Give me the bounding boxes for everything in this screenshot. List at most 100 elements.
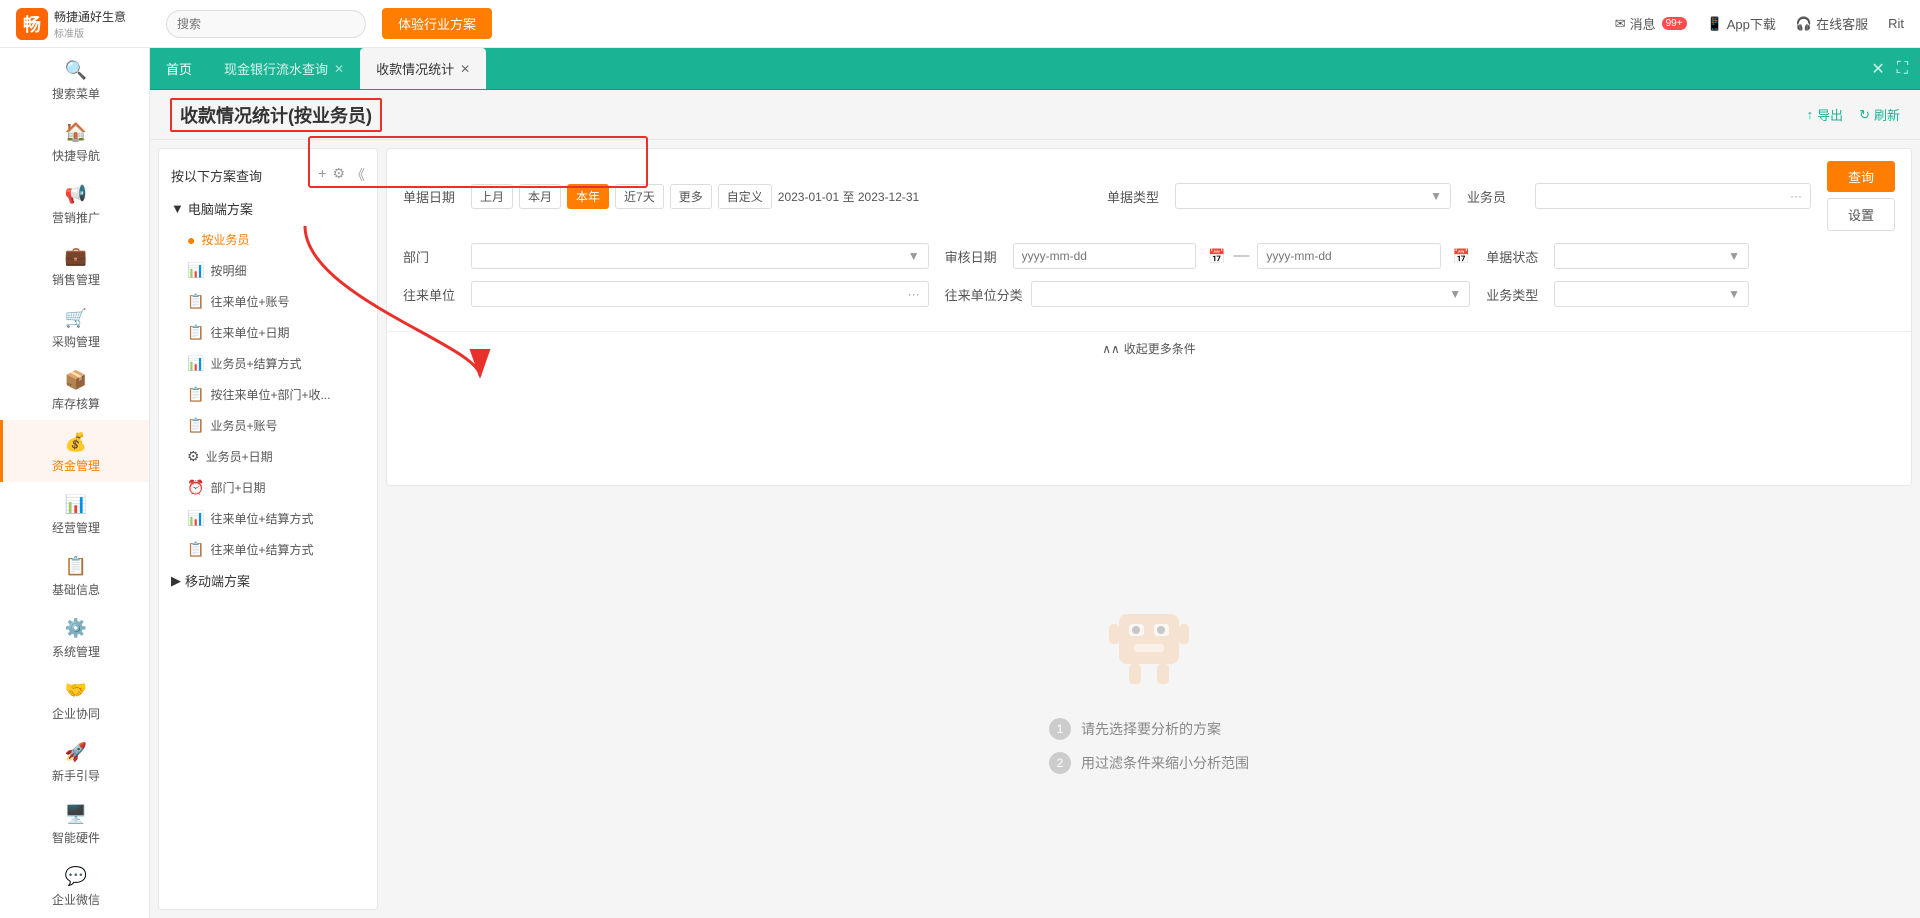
sidebar-label-operation: 经营管理 bbox=[52, 519, 100, 536]
sidebar-item-inventory[interactable]: 📦 库存核算 bbox=[0, 358, 149, 420]
online-service-label: 在线客服 bbox=[1816, 14, 1868, 33]
salesman-dropdown-icon: ··· bbox=[1790, 189, 1802, 203]
scheme-item-salesman-settle-icon: 📊 bbox=[187, 355, 204, 372]
sidebar-item-enterprise[interactable]: 🤝 企业协同 bbox=[0, 668, 149, 730]
scheme-group-desktop-header[interactable]: ▼ 电脑端方案 bbox=[159, 193, 377, 224]
scheme-header-icons: + ⚙ 《 bbox=[318, 165, 365, 185]
collapse-label: 收起更多条件 bbox=[1124, 340, 1196, 357]
sidebar-item-capital[interactable]: 💰 资金管理 bbox=[0, 420, 149, 482]
user-avatar[interactable]: Rit bbox=[1888, 16, 1904, 31]
search-input[interactable] bbox=[166, 10, 366, 38]
filter-doc-status-select[interactable]: ▼ bbox=[1554, 243, 1749, 269]
sidebar-item-hardware[interactable]: 🖥️ 智能硬件 bbox=[0, 792, 149, 854]
date-btn-this-month[interactable]: 本月 bbox=[519, 184, 561, 209]
scheme-item-unit-settle1[interactable]: 📊 往来单位+结算方式 bbox=[159, 503, 377, 534]
tip-num-2: 2 bbox=[1049, 752, 1071, 774]
hardware-icon: 🖥️ bbox=[65, 804, 87, 825]
scheme-item-unit-date-icon: 📋 bbox=[187, 324, 204, 341]
scheme-group-mobile-header[interactable]: ▶ 移动端方案 bbox=[159, 565, 377, 596]
filter-counterpart-select[interactable]: ··· bbox=[471, 281, 929, 307]
doc-type-dropdown-icon: ▼ bbox=[1430, 189, 1442, 203]
online-service-button[interactable]: 🎧 在线客服 bbox=[1796, 14, 1868, 33]
date-btn-custom[interactable]: 自定义 bbox=[718, 184, 772, 209]
scheme-item-salesman-settle[interactable]: 📊 业务员+结算方式 bbox=[159, 348, 377, 379]
scheme-item-unit-account[interactable]: 📋 往来单位+账号 bbox=[159, 286, 377, 317]
edition-badge: 标准版 bbox=[54, 25, 126, 40]
filter-audit-date-end[interactable] bbox=[1257, 243, 1440, 269]
scheme-item-salesman-date-label: 业务员+日期 bbox=[206, 448, 365, 465]
calendar-start-icon[interactable]: 📅 bbox=[1208, 248, 1225, 265]
scheme-item-dept-date[interactable]: ⏰ 部门+日期 bbox=[159, 472, 377, 503]
date-btn-last-month[interactable]: 上月 bbox=[471, 184, 513, 209]
settings-button[interactable]: 设置 bbox=[1827, 198, 1895, 231]
counterpart-more-icon: ··· bbox=[908, 287, 920, 301]
refresh-label: 刷新 bbox=[1874, 105, 1900, 124]
logo-text: 畅捷通好生意 bbox=[54, 8, 126, 25]
date-btn-more[interactable]: 更多 bbox=[670, 184, 712, 209]
scheme-add-button[interactable]: + bbox=[318, 165, 326, 185]
filter-doc-status-label: 单据状态 bbox=[1486, 247, 1546, 266]
scheme-item-unit-settle1-label: 往来单位+结算方式 bbox=[210, 510, 365, 527]
scheme-item-unit-dept-collect[interactable]: 📋 按往来单位+部门+收... bbox=[159, 379, 377, 410]
sidebar-item-operation[interactable]: 📊 经营管理 bbox=[0, 482, 149, 544]
filter-date-label: 单据日期 bbox=[403, 187, 463, 206]
scheme-settings-button[interactable]: ⚙ bbox=[332, 165, 345, 185]
sidebar-item-basic[interactable]: 📋 基础信息 bbox=[0, 544, 149, 606]
app-download-button[interactable]: 📱 App下载 bbox=[1707, 14, 1776, 33]
sidebar-item-wechat[interactable]: 💬 企业微信 bbox=[0, 854, 149, 916]
scheme-collapse-button[interactable]: 《 bbox=[351, 165, 365, 185]
filter-biz-type-select[interactable]: ▼ bbox=[1554, 281, 1749, 307]
scheme-item-unit-date[interactable]: 📋 往来单位+日期 bbox=[159, 317, 377, 348]
sidebar-label-wechat: 企业微信 bbox=[52, 891, 100, 908]
scheme-panel-title: 按以下方案查询 bbox=[171, 166, 314, 185]
scheme-item-by-salesman[interactable]: ● 按业务员 bbox=[159, 224, 377, 255]
tab-bank-flow[interactable]: 现金银行流水查询 ✕ bbox=[208, 48, 360, 89]
sidebar-item-search-menu[interactable]: 🔍 搜索菜单 bbox=[0, 48, 149, 110]
filter-dept-select[interactable]: ▼ bbox=[471, 243, 929, 269]
export-button[interactable]: ↑ 导出 bbox=[1807, 105, 1844, 124]
tab-collection-stats[interactable]: 收款情况统计 ✕ bbox=[360, 48, 486, 89]
filter-doc-type-select[interactable]: ▼ bbox=[1175, 183, 1451, 209]
enterprise-icon: 🤝 bbox=[65, 680, 87, 701]
date-btn-this-year[interactable]: 本年 bbox=[567, 184, 609, 209]
sidebar-item-marketing[interactable]: 📢 营销推广 bbox=[0, 172, 149, 234]
scheme-item-detail-label: 按明细 bbox=[210, 262, 365, 279]
tip-num-1: 1 bbox=[1049, 718, 1071, 740]
scheme-panel: 按以下方案查询 + ⚙ 《 ▼ 电脑端方案 ● 按业务员 bbox=[158, 148, 378, 910]
scheme-item-salesman-account-label: 业务员+账号 bbox=[210, 417, 365, 434]
sidebar-item-sales[interactable]: 💼 销售管理 bbox=[0, 234, 149, 296]
scheme-item-salesman-account[interactable]: 📋 业务员+账号 bbox=[159, 410, 377, 441]
date-range-text: 2023-01-01 至 2023-12-31 bbox=[778, 188, 919, 205]
sales-icon: 💼 bbox=[65, 246, 87, 267]
scheme-item-salesman-date[interactable]: ⚙ 业务员+日期 bbox=[159, 441, 377, 472]
filter-audit-date-start[interactable] bbox=[1013, 243, 1196, 269]
messages-button[interactable]: ✉ 消息 99+ bbox=[1615, 14, 1687, 33]
sidebar-label-basic: 基础信息 bbox=[52, 581, 100, 598]
scheme-item-unit-settle2[interactable]: 📋 往来单位+结算方式 bbox=[159, 534, 377, 565]
tab-home[interactable]: 首页 bbox=[150, 48, 208, 89]
date-btn-last7[interactable]: 近7天 bbox=[615, 184, 664, 209]
sidebar-item-quick-nav[interactable]: 🏠 快捷导航 bbox=[0, 110, 149, 172]
sidebar-item-guide[interactable]: 🚀 新手引导 bbox=[0, 730, 149, 792]
search-menu-icon: 🔍 bbox=[65, 60, 87, 81]
biz-type-dropdown-icon: ▼ bbox=[1728, 287, 1740, 301]
sidebar-label-capital: 资金管理 bbox=[52, 457, 100, 474]
empty-tips: 1 请先选择要分析的方案 2 用过滤条件来缩小分析范围 bbox=[1049, 718, 1249, 774]
filter-dept-label: 部门 bbox=[403, 247, 463, 266]
sidebar-item-system[interactable]: ⚙️ 系统管理 bbox=[0, 606, 149, 668]
sidebar-item-purchase[interactable]: 🛒 采购管理 bbox=[0, 296, 149, 358]
tab-close-all-icon[interactable]: ✕ bbox=[1871, 59, 1884, 79]
filter-counterpart-category-select[interactable]: ▼ bbox=[1031, 281, 1471, 307]
filter-salesman-select[interactable]: ··· bbox=[1535, 183, 1811, 209]
scheme-item-by-detail[interactable]: 📊 按明细 bbox=[159, 255, 377, 286]
industry-solution-button[interactable]: 体验行业方案 bbox=[382, 8, 492, 39]
main-panel: 按以下方案查询 + ⚙ 《 ▼ 电脑端方案 ● 按业务员 bbox=[150, 140, 1920, 918]
calendar-end-icon[interactable]: 📅 bbox=[1453, 248, 1470, 265]
scheme-item-unit-account-icon: 📋 bbox=[187, 293, 204, 310]
tab-maximize-icon[interactable]: ⛶ bbox=[1897, 60, 1908, 78]
query-button[interactable]: 查询 bbox=[1827, 161, 1895, 192]
tab-bank-flow-close-icon[interactable]: ✕ bbox=[334, 62, 344, 76]
collapse-bar[interactable]: ∧∧ 收起更多条件 bbox=[387, 331, 1911, 365]
tab-collection-stats-close-icon[interactable]: ✕ bbox=[460, 62, 470, 76]
refresh-button[interactable]: ↻ 刷新 bbox=[1859, 105, 1900, 124]
